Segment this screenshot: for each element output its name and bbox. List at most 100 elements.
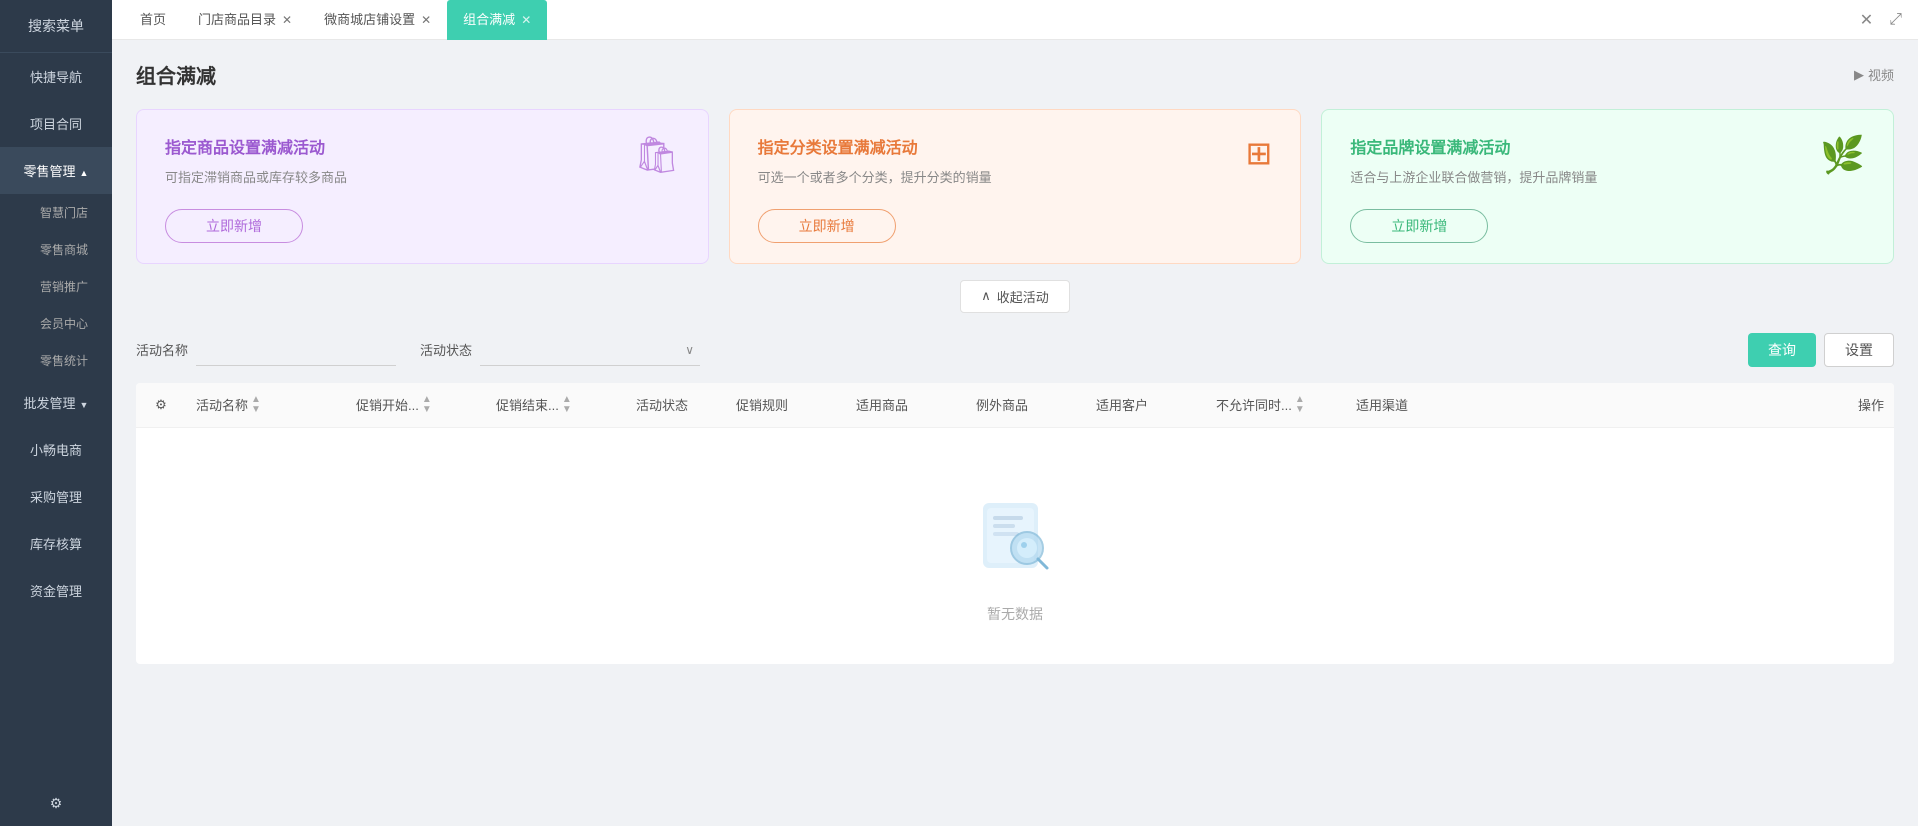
th-rule-label: 促销规则 — [736, 395, 788, 414]
th-gear[interactable]: ⚙ — [136, 385, 186, 425]
sidebar-item-finance-mgmt[interactable]: 资金管理 — [0, 567, 112, 614]
sidebar-item-quick-nav[interactable]: 快捷导航 — [0, 53, 112, 100]
sidebar: 搜索菜单 快捷导航 项目合同 零售管理 智慧门店 零售商城 营销推广 会员中心 … — [0, 0, 112, 826]
tab-store-catalog-label: 门店商品目录 — [198, 0, 276, 40]
th-customer-label: 适用客户 — [1096, 395, 1148, 414]
sidebar-item-marketing[interactable]: 营销推广 — [0, 268, 112, 305]
empty-state: 暂无数据 — [136, 428, 1894, 664]
th-goods-label: 适用商品 — [856, 395, 908, 414]
sidebar-item-member-center[interactable]: 会员中心 — [0, 305, 112, 342]
th-except-goods-label: 例外商品 — [976, 395, 1028, 414]
th-status-label: 活动状态 — [636, 395, 688, 414]
promo-card-category-icon: ⊞ — [1246, 134, 1273, 172]
data-table: ⚙ 活动名称 ▲▼ 促销开始... ▲▼ 促销结束... ▲▼ 活动状态 — [136, 383, 1894, 664]
tab-bar-actions: ✕ ⤢ — [1856, 6, 1906, 34]
filter-status-select[interactable] — [480, 334, 700, 366]
page-title: 组合满减 — [136, 60, 216, 89]
th-promo-end[interactable]: 促销结束... ▲▼ — [486, 383, 626, 427]
promo-card-category-title: 指定分类设置满减活动 — [758, 134, 1273, 158]
sidebar-item-smart-store[interactable]: 智慧门店 — [0, 194, 112, 231]
filter-actions: 查询 设置 — [1748, 333, 1894, 367]
tab-home[interactable]: 首页 — [124, 0, 182, 40]
promo-card-goods-icon: 🛍 — [634, 134, 680, 176]
close-window-icon[interactable]: ✕ — [1856, 6, 1877, 34]
setting-button[interactable]: 设置 — [1824, 333, 1894, 367]
promo-card-category-desc: 可选一个或者多个分类，提升分类的销量 — [758, 168, 1273, 189]
promo-cards: 指定商品设置满减活动 🛍 可指定滞销商品或库存较多商品 立即新增 指定分类设置满… — [136, 109, 1894, 264]
promo-card-category-btn[interactable]: 立即新增 — [758, 209, 896, 243]
promo-card-brand-icon: 🌿 — [1820, 134, 1865, 176]
promo-card-brand: 指定品牌设置满减活动 🌿 适合与上游企业联合做营销，提升品牌销量 立即新增 — [1321, 109, 1894, 264]
filter-name-label: 活动名称 — [136, 340, 188, 359]
filter-status-select-wrap — [480, 334, 700, 366]
sidebar-item-inventory[interactable]: 库存核算 — [0, 520, 112, 567]
th-promo-start-label: 促销开始... — [356, 395, 419, 414]
sidebar-item-purchase-mgmt[interactable]: 采购管理 — [0, 473, 112, 520]
resize-window-icon[interactable]: ⤢ — [1885, 7, 1906, 33]
filter-status: 活动状态 — [420, 334, 700, 366]
sidebar-search[interactable]: 搜索菜单 — [0, 0, 112, 53]
promo-card-goods: 指定商品设置满减活动 🛍 可指定滞销商品或库存较多商品 立即新增 — [136, 109, 709, 264]
filter-status-label: 活动状态 — [420, 340, 472, 359]
gear-icon: ⚙ — [50, 795, 63, 811]
sidebar-item-wholesale-mgmt[interactable]: 批发管理 — [0, 379, 112, 426]
th-no-allow[interactable]: 不允许同时... ▲▼ — [1206, 383, 1346, 427]
promo-card-category: 指定分类设置满减活动 ⊞ 可选一个或者多个分类，提升分类的销量 立即新增 — [729, 109, 1302, 264]
tab-store-catalog[interactable]: 门店商品目录 ✕ — [182, 0, 308, 40]
th-ops: 操作 — [1486, 383, 1894, 426]
tab-combo-discount-label: 组合满减 — [463, 0, 515, 40]
filter-name: 活动名称 — [136, 334, 396, 366]
tab-bar: 首页 门店商品目录 ✕ 微商城店铺设置 ✕ 组合满减 ✕ ✕ ⤢ — [112, 0, 1918, 40]
query-button[interactable]: 查询 — [1748, 333, 1816, 367]
tab-combo-discount[interactable]: 组合满减 ✕ — [447, 0, 547, 40]
video-link[interactable]: ▶ 视频 — [1854, 65, 1894, 84]
table-gear-icon: ⚙ — [155, 397, 167, 413]
th-name[interactable]: 活动名称 ▲▼ — [186, 383, 346, 427]
sidebar-item-project-contract[interactable]: 项目合同 — [0, 100, 112, 147]
promo-card-goods-desc: 可指定滞销商品或库存较多商品 — [165, 168, 680, 189]
th-promo-end-label: 促销结束... — [496, 395, 559, 414]
promo-card-goods-btn[interactable]: 立即新增 — [165, 209, 303, 243]
promo-card-brand-title: 指定品牌设置满减活动 — [1350, 134, 1865, 158]
sort-icon-end: ▲▼ — [562, 395, 572, 415]
main-area: 首页 门店商品目录 ✕ 微商城店铺设置 ✕ 组合满减 ✕ ✕ ⤢ 组合满减 ▶ … — [112, 0, 1918, 826]
th-goods: 适用商品 — [846, 383, 966, 426]
tab-wechat-store[interactable]: 微商城店铺设置 ✕ — [308, 0, 447, 40]
video-label: 视频 — [1868, 65, 1894, 84]
sidebar-item-retail-stats[interactable]: 零售统计 — [0, 342, 112, 379]
collapse-activity-btn[interactable]: ∧ 收起活动 — [960, 280, 1070, 313]
tab-wechat-store-label: 微商城店铺设置 — [324, 0, 415, 40]
th-except-goods: 例外商品 — [966, 383, 1086, 426]
th-customer: 适用客户 — [1086, 383, 1206, 426]
sort-icon-start: ▲▼ — [422, 395, 432, 415]
sidebar-item-retail-mall[interactable]: 零售商城 — [0, 231, 112, 268]
th-promo-start[interactable]: 促销开始... ▲▼ — [346, 383, 486, 427]
th-name-label: 活动名称 — [196, 395, 248, 414]
filter-name-input[interactable] — [196, 334, 396, 366]
table-header: ⚙ 活动名称 ▲▼ 促销开始... ▲▼ 促销结束... ▲▼ 活动状态 — [136, 383, 1894, 428]
page-content: 组合满减 ▶ 视频 指定商品设置满减活动 🛍 可指定滞销商品或库存较多商品 立即… — [112, 40, 1918, 826]
empty-state-text: 暂无数据 — [987, 604, 1043, 624]
sort-icon-name: ▲▼ — [251, 395, 261, 415]
promo-card-brand-btn[interactable]: 立即新增 — [1350, 209, 1488, 243]
tab-store-catalog-close[interactable]: ✕ — [282, 0, 292, 40]
empty-state-icon — [965, 488, 1065, 588]
sidebar-settings-btn[interactable]: ⚙ — [0, 781, 112, 826]
play-icon: ▶ — [1854, 67, 1864, 83]
collapse-bar: ∧ 收起活动 — [136, 280, 1894, 313]
filter-bar: 活动名称 活动状态 查询 设置 — [136, 333, 1894, 367]
th-ops-label: 操作 — [1858, 395, 1884, 414]
th-status: 活动状态 — [626, 383, 726, 426]
tab-combo-discount-close[interactable]: ✕ — [521, 0, 531, 40]
tab-wechat-store-close[interactable]: ✕ — [421, 0, 431, 40]
th-rule: 促销规则 — [726, 383, 846, 426]
collapse-label: 收起活动 — [997, 287, 1049, 306]
sidebar-item-retail-mgmt[interactable]: 零售管理 — [0, 147, 112, 194]
sidebar-item-xiaochangec[interactable]: 小畅电商 — [0, 426, 112, 473]
th-no-allow-label: 不允许同时... — [1216, 395, 1292, 414]
promo-card-goods-title: 指定商品设置满减活动 — [165, 134, 680, 158]
promo-card-brand-desc: 适合与上游企业联合做营销，提升品牌销量 — [1350, 168, 1865, 189]
th-channel-label: 适用渠道 — [1356, 395, 1408, 414]
page-header: 组合满减 ▶ 视频 — [136, 60, 1894, 89]
th-channel: 适用渠道 — [1346, 383, 1486, 426]
